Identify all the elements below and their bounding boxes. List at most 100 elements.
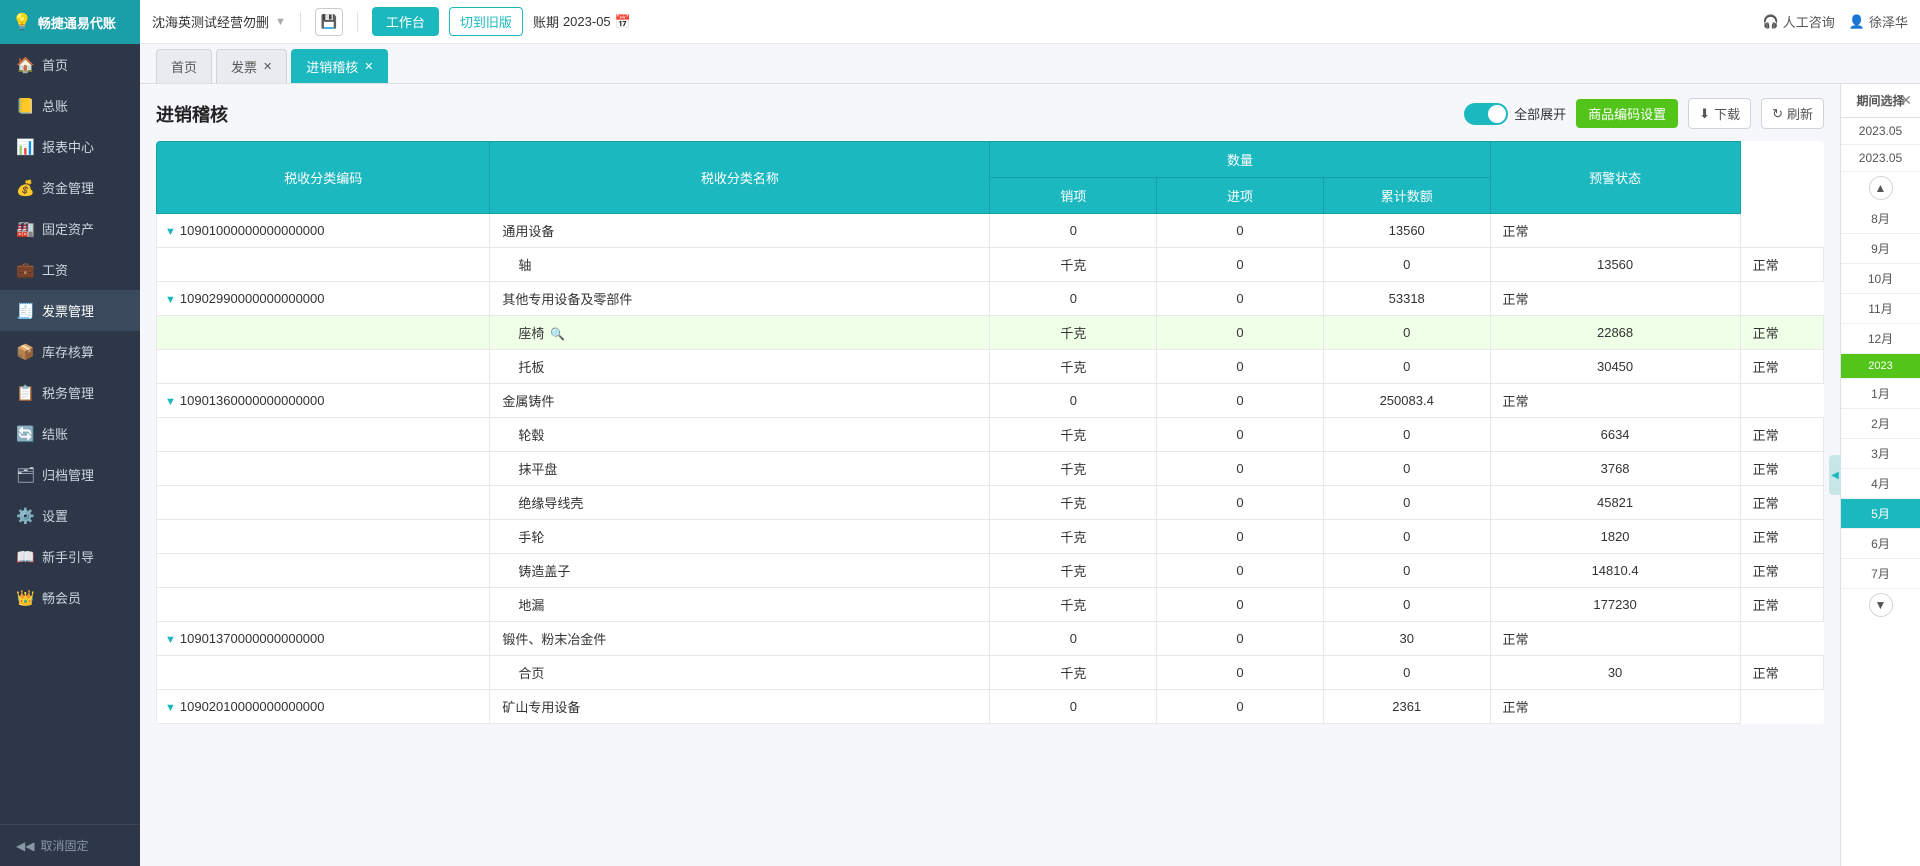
period-month-item[interactable]: 10月 (1841, 264, 1920, 294)
sidebar-item-payroll[interactable]: 💼 工资 (0, 249, 140, 290)
period-month-item[interactable]: 2023 (1841, 354, 1920, 379)
collapse-icon[interactable]: ▼ (165, 294, 176, 306)
product-code-btn[interactable]: 商品编码设置 (1576, 99, 1678, 128)
sidebar-item-home[interactable]: 🏠 首页 (0, 44, 140, 85)
period-down-btn[interactable]: ▼ (1869, 593, 1893, 617)
period-up-btn[interactable]: ▲ (1869, 176, 1893, 200)
period-month-item[interactable]: 4月 (1841, 469, 1920, 499)
td-qty-total: 13560 (1490, 248, 1740, 282)
guide-icon: 📖 (16, 548, 34, 566)
td-unit: 千克 (990, 418, 1157, 452)
company-name: 沈海英测试经营勿删 (152, 12, 269, 31)
tab-reconciliation-close[interactable]: ✕ (364, 60, 373, 73)
td-unit: 千克 (990, 316, 1157, 350)
td-name: 轴 (490, 248, 990, 282)
panel-close-btn[interactable]: ✕ (1900, 92, 1912, 109)
panel-expand-btn[interactable]: ⤢ (1881, 92, 1892, 109)
sidebar-item-member[interactable]: 👑 畅会员 (0, 577, 140, 618)
sidebar-item-invoice[interactable]: 🧾 发票管理 (0, 290, 140, 331)
td-qty-in: 0 (1157, 690, 1324, 724)
member-icon: 👑 (16, 589, 34, 607)
td-empty (157, 588, 490, 622)
sidebar-item-settlement[interactable]: 🔄 结账 (0, 413, 140, 454)
period-month-item[interactable]: 11月 (1841, 294, 1920, 324)
sidebar-item-funds[interactable]: 💰 资金管理 (0, 167, 140, 208)
logo-icon: 💡 (12, 12, 32, 32)
collapse-icon[interactable]: ▼ (165, 702, 176, 714)
period-month-item[interactable]: 1月 (1841, 379, 1920, 409)
tab-reconciliation[interactable]: 进销稽核 ✕ (291, 49, 388, 83)
unpin-label: 取消固定 (40, 837, 88, 854)
sidebar-item-settings[interactable]: ⚙️ 设置 (0, 495, 140, 536)
td-status: 正常 (1490, 282, 1740, 316)
payroll-icon: 💼 (16, 261, 34, 279)
workbench-button[interactable]: 工作台 (372, 7, 439, 36)
sidebar-item-archive[interactable]: 🗂 归档管理 (0, 454, 140, 495)
table-row: 手轮 千克 0 0 1820 正常 (157, 520, 1824, 554)
table-row: 托板 千克 0 0 30450 正常 (157, 350, 1824, 384)
collapse-icon[interactable]: ▼ (165, 634, 176, 646)
sidebar-item-label: 归档管理 (42, 465, 94, 484)
home-icon: 🏠 (16, 56, 34, 74)
th-tax-name: 税收分类名称 (490, 142, 990, 214)
company-selector[interactable]: 沈海英测试经营勿删 ▼ (152, 12, 286, 31)
sidebar-item-label: 设置 (42, 506, 68, 525)
td-qty-total: 2361 (1323, 690, 1490, 724)
td-qty-in: 0 (1323, 350, 1490, 384)
sidebar-item-ledger[interactable]: 📒 总账 (0, 85, 140, 126)
td-name: 锻件、粉末冶金件 (490, 622, 990, 656)
period-item[interactable]: 2023.05 (1841, 145, 1920, 172)
sidebar-item-tax[interactable]: 📋 税务管理 (0, 372, 140, 413)
period-month-item[interactable]: 9月 (1841, 234, 1920, 264)
period-month-item[interactable]: 12月 (1841, 324, 1920, 354)
sidebar-item-fixed-assets[interactable]: 🏭 固定资产 (0, 208, 140, 249)
panel-toggle-btn[interactable]: ◀ (1829, 455, 1841, 495)
save-button[interactable]: 💾 (315, 8, 343, 36)
period-month-item[interactable]: 7月 (1841, 559, 1920, 589)
td-name: 其他专用设备及零部件 (490, 282, 990, 316)
period-item[interactable]: 2023.05 (1841, 118, 1920, 145)
table-row: 地漏 千克 0 0 177230 正常 (157, 588, 1824, 622)
row-search-icon[interactable]: 🔍 (550, 327, 565, 341)
sidebar-item-reports[interactable]: 📊 报表中心 (0, 126, 140, 167)
td-qty-out: 0 (990, 622, 1157, 656)
download-button[interactable]: ⬇ 下载 (1688, 98, 1751, 129)
period-month-item[interactable]: 8月 (1841, 204, 1920, 234)
refresh-button[interactable]: ↻ 刷新 (1761, 98, 1824, 129)
sidebar: 💡 畅捷通易代账 🏠 首页 📒 总账 📊 报表中心 💰 资金管理 🏭 固定资产 … (0, 0, 140, 866)
sidebar-item-guide[interactable]: 📖 新手引导 (0, 536, 140, 577)
settlement-icon: 🔄 (16, 425, 34, 443)
td-qty-in: 0 (1323, 554, 1490, 588)
sidebar-item-inventory[interactable]: 📦 库存核算 (0, 331, 140, 372)
td-qty-total: 53318 (1323, 282, 1490, 316)
toggle-all-container: 全部展开 (1464, 103, 1566, 125)
period-month-item[interactable]: 2月 (1841, 409, 1920, 439)
expand-toggle[interactable] (1464, 103, 1508, 125)
collapse-icon[interactable]: ▼ (165, 396, 176, 408)
collapse-icon[interactable]: ▼ (165, 226, 176, 238)
sidebar-unpin[interactable]: ◀◀ 取消固定 (0, 824, 140, 866)
period-month-item[interactable]: 3月 (1841, 439, 1920, 469)
ledger-icon: 📒 (16, 97, 34, 115)
td-qty-in: 0 (1323, 452, 1490, 486)
td-qty-total: 3768 (1490, 452, 1740, 486)
support-button[interactable]: 🎧 人工咨询 (1763, 12, 1835, 31)
td-qty-out: 0 (1157, 520, 1324, 554)
calendar-icon[interactable]: 📅 (615, 14, 631, 30)
td-unit: 千克 (990, 656, 1157, 690)
td-empty (157, 316, 490, 350)
td-qty-in: 0 (1323, 316, 1490, 350)
period-month-item[interactable]: 6月 (1841, 529, 1920, 559)
td-status: 正常 (1740, 418, 1823, 452)
period-month-item[interactable]: 5月 (1841, 499, 1920, 529)
tab-home[interactable]: 首页 (156, 49, 212, 83)
settings-icon: ⚙️ (16, 507, 34, 525)
td-qty-out: 0 (990, 384, 1157, 418)
td-empty (157, 418, 490, 452)
sidebar-item-label: 资金管理 (42, 178, 94, 197)
user-menu[interactable]: 👤 徐泽华 (1849, 12, 1908, 31)
tab-invoice[interactable]: 发票 ✕ (216, 49, 287, 83)
tab-invoice-close[interactable]: ✕ (263, 60, 272, 73)
td-qty-out: 0 (1157, 588, 1324, 622)
old-version-button[interactable]: 切到旧版 (449, 7, 523, 36)
